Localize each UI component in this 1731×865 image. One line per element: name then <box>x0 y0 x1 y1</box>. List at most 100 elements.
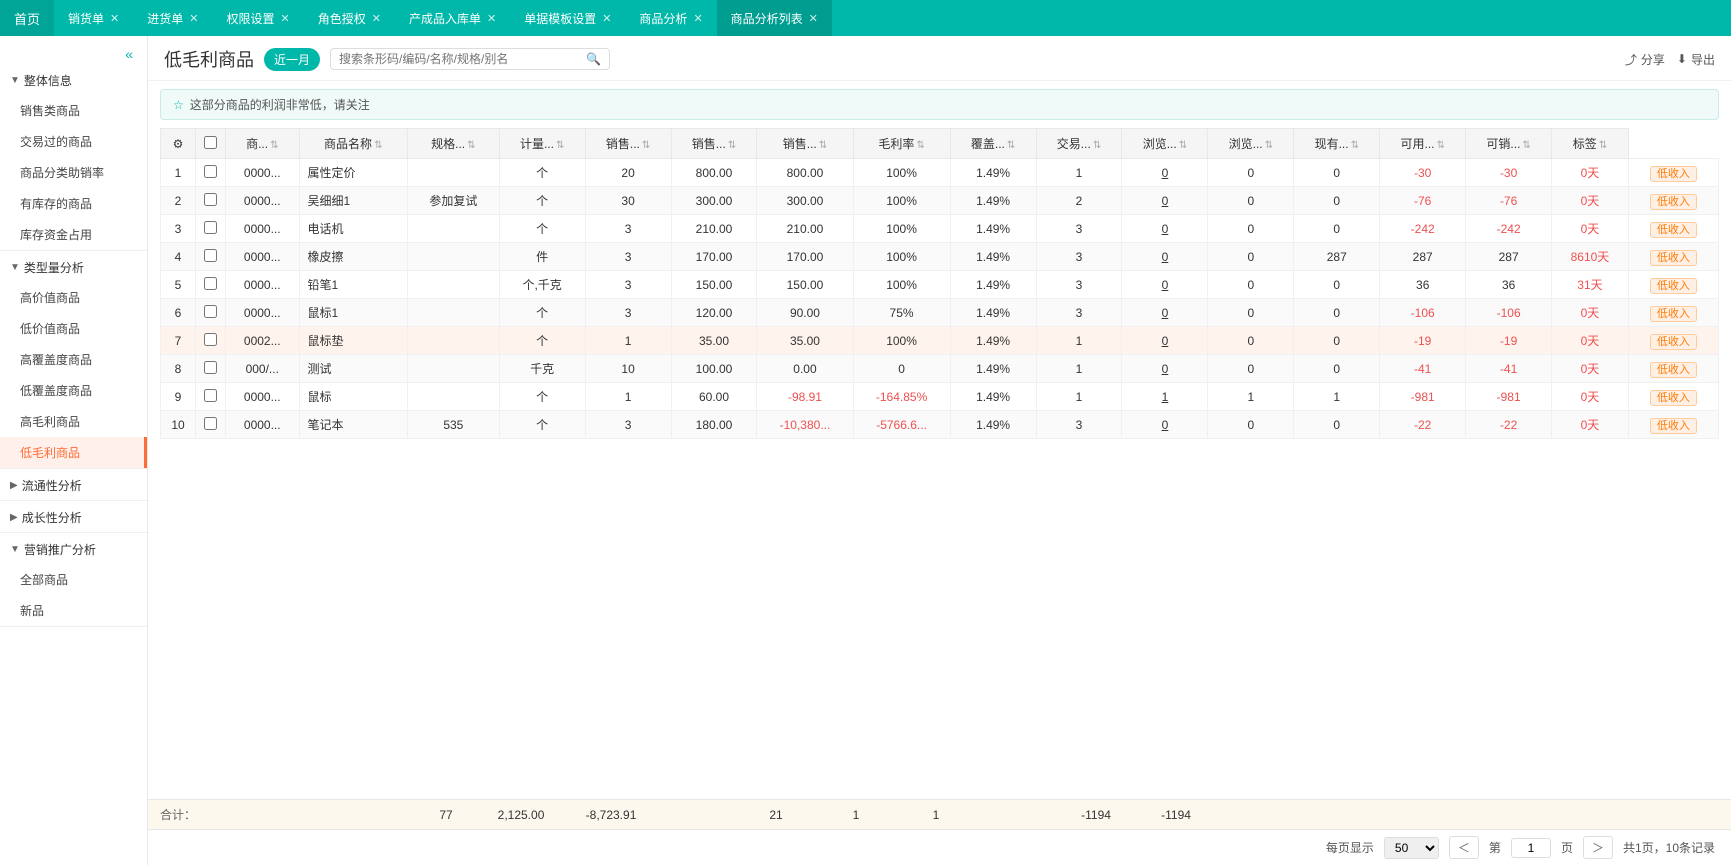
sidebar-item-all-goods[interactable]: 全部商品 <box>0 564 147 595</box>
sidebar-item-category-rate[interactable]: 商品分类助销率 <box>0 157 147 188</box>
td-check[interactable] <box>196 327 226 355</box>
search-box[interactable]: 🔍 <box>330 48 610 70</box>
nav-goods-list[interactable]: 商品分析列表✕ <box>717 0 832 36</box>
th-stock[interactable]: 现有...⇅ <box>1294 129 1380 159</box>
sidebar-group-type-header[interactable]: ▼ 类型量分析 <box>0 253 147 282</box>
td-trade[interactable]: 0 <box>1122 271 1208 299</box>
th-browse2[interactable]: 浏览...⇅ <box>1208 129 1294 159</box>
td-trade[interactable]: 1 <box>1122 383 1208 411</box>
page-size-select[interactable]: 50 100 200 <box>1384 837 1439 859</box>
sidebar-group-flow-header[interactable]: ▶ 流通性分析 <box>0 471 147 500</box>
row-checkbox[interactable] <box>204 361 217 374</box>
td-name[interactable]: 吴细细1 <box>299 187 407 215</box>
nav-product-in-close[interactable]: ✕ <box>487 12 496 25</box>
td-name[interactable]: 鼠标1 <box>299 299 407 327</box>
nav-purchase[interactable]: 进货单✕ <box>133 0 212 36</box>
nav-sales[interactable]: 销货单✕ <box>54 0 133 36</box>
filter-period-btn[interactable]: 近一月 <box>264 48 320 71</box>
select-all-checkbox[interactable] <box>204 136 217 149</box>
sidebar-item-high-coverage[interactable]: 高覆盖度商品 <box>0 344 147 375</box>
export-btn[interactable]: ⬇ 导出 <box>1677 51 1715 68</box>
row-checkbox[interactable] <box>204 417 217 430</box>
td-check[interactable] <box>196 383 226 411</box>
row-checkbox[interactable] <box>204 277 217 290</box>
row-checkbox[interactable] <box>204 221 217 234</box>
td-trade[interactable]: 0 <box>1122 215 1208 243</box>
td-name[interactable]: 鼠标垫 <box>299 327 407 355</box>
nav-permission[interactable]: 权限设置✕ <box>212 0 303 36</box>
th-code[interactable]: 商...⇅ <box>226 129 300 159</box>
prev-page-btn[interactable]: ＜ <box>1449 836 1479 859</box>
search-icon[interactable]: 🔍 <box>586 52 601 66</box>
td-trade[interactable]: 0 <box>1122 355 1208 383</box>
td-check[interactable] <box>196 355 226 383</box>
td-trade[interactable]: 0 <box>1122 243 1208 271</box>
nav-sales-close[interactable]: ✕ <box>110 12 119 25</box>
share-btn[interactable]: ⤴ 分享 <box>1625 51 1665 68</box>
sidebar-item-traded-goods[interactable]: 交易过的商品 <box>0 126 147 157</box>
row-checkbox[interactable] <box>204 333 217 346</box>
td-check[interactable] <box>196 411 226 439</box>
th-sales-amount[interactable]: 销售...⇅ <box>671 129 757 159</box>
td-name[interactable]: 测试 <box>299 355 407 383</box>
row-checkbox[interactable] <box>204 165 217 178</box>
search-input[interactable] <box>339 52 586 66</box>
page-input[interactable] <box>1511 838 1551 858</box>
nav-role-close[interactable]: ✕ <box>372 12 381 25</box>
th-spec[interactable]: 规格...⇅ <box>407 129 499 159</box>
sidebar-item-in-stock[interactable]: 有库存的商品 <box>0 188 147 219</box>
nav-template-close[interactable]: ✕ <box>602 12 611 25</box>
td-trade[interactable]: 0 <box>1122 187 1208 215</box>
th-sales-profit[interactable]: 销售...⇅ <box>757 129 853 159</box>
th-tag[interactable]: 标签⇅ <box>1552 129 1629 159</box>
nav-role[interactable]: 角色授权✕ <box>304 0 395 36</box>
row-checkbox[interactable] <box>204 305 217 318</box>
nav-template[interactable]: 单据模板设置✕ <box>510 0 625 36</box>
sidebar-group-overall-header[interactable]: ▼ 整体信息 <box>0 66 147 95</box>
nav-goods-list-close[interactable]: ✕ <box>809 12 818 25</box>
td-trade[interactable]: 0 <box>1122 327 1208 355</box>
td-name[interactable]: 铅笔1 <box>299 271 407 299</box>
nav-home[interactable]: 首页 <box>0 0 54 36</box>
sidebar-item-sales-goods[interactable]: 销售类商品 <box>0 95 147 126</box>
sidebar-item-low-coverage[interactable]: 低覆盖度商品 <box>0 375 147 406</box>
sidebar-item-capital[interactable]: 库存资金占用 <box>0 219 147 250</box>
row-checkbox[interactable] <box>204 389 217 402</box>
th-sales-qty[interactable]: 销售...⇅ <box>585 129 671 159</box>
td-check[interactable] <box>196 187 226 215</box>
td-name[interactable]: 鼠标 <box>299 383 407 411</box>
td-trade[interactable]: 0 <box>1122 159 1208 187</box>
sidebar-collapse-btn[interactable]: « <box>119 46 139 62</box>
td-trade[interactable]: 0 <box>1122 299 1208 327</box>
td-check[interactable] <box>196 299 226 327</box>
th-settings[interactable]: ⚙ <box>161 129 196 159</box>
row-checkbox[interactable] <box>204 249 217 262</box>
table-container[interactable]: ⚙ 商...⇅ 商品名称⇅ 规格...⇅ 计量...⇅ 销售...⇅ 销售...… <box>148 128 1731 799</box>
td-name[interactable]: 笔记本 <box>299 411 407 439</box>
td-trade[interactable]: 0 <box>1122 411 1208 439</box>
th-trade[interactable]: 交易...⇅ <box>1036 129 1122 159</box>
row-checkbox[interactable] <box>204 193 217 206</box>
sidebar-item-high-value[interactable]: 高价值商品 <box>0 282 147 313</box>
sidebar-group-growth-header[interactable]: ▶ 成长性分析 <box>0 503 147 532</box>
th-unit[interactable]: 计量...⇅ <box>499 129 585 159</box>
nav-goods-analysis[interactable]: 商品分析✕ <box>625 0 716 36</box>
td-check[interactable] <box>196 215 226 243</box>
sidebar-item-low-margin[interactable]: 低毛利商品 <box>0 437 147 468</box>
td-check[interactable] <box>196 159 226 187</box>
nav-permission-close[interactable]: ✕ <box>281 12 290 25</box>
sidebar-item-new-goods[interactable]: 新品 <box>0 595 147 626</box>
th-margin[interactable]: 毛利率⇅ <box>853 129 950 159</box>
next-page-btn[interactable]: ＞ <box>1583 836 1613 859</box>
td-name[interactable]: 橡皮擦 <box>299 243 407 271</box>
nav-product-in[interactable]: 产成品入库单✕ <box>395 0 510 36</box>
th-checkbox[interactable] <box>196 129 226 159</box>
sidebar-group-marketing-header[interactable]: ▼ 营销推广分析 <box>0 535 147 564</box>
sidebar-item-low-value[interactable]: 低价值商品 <box>0 313 147 344</box>
th-saleable[interactable]: 可销...⇅ <box>1466 129 1552 159</box>
nav-purchase-close[interactable]: ✕ <box>189 12 198 25</box>
th-name[interactable]: 商品名称⇅ <box>299 129 407 159</box>
td-check[interactable] <box>196 271 226 299</box>
th-browse1[interactable]: 浏览...⇅ <box>1122 129 1208 159</box>
td-name[interactable]: 电话机 <box>299 215 407 243</box>
